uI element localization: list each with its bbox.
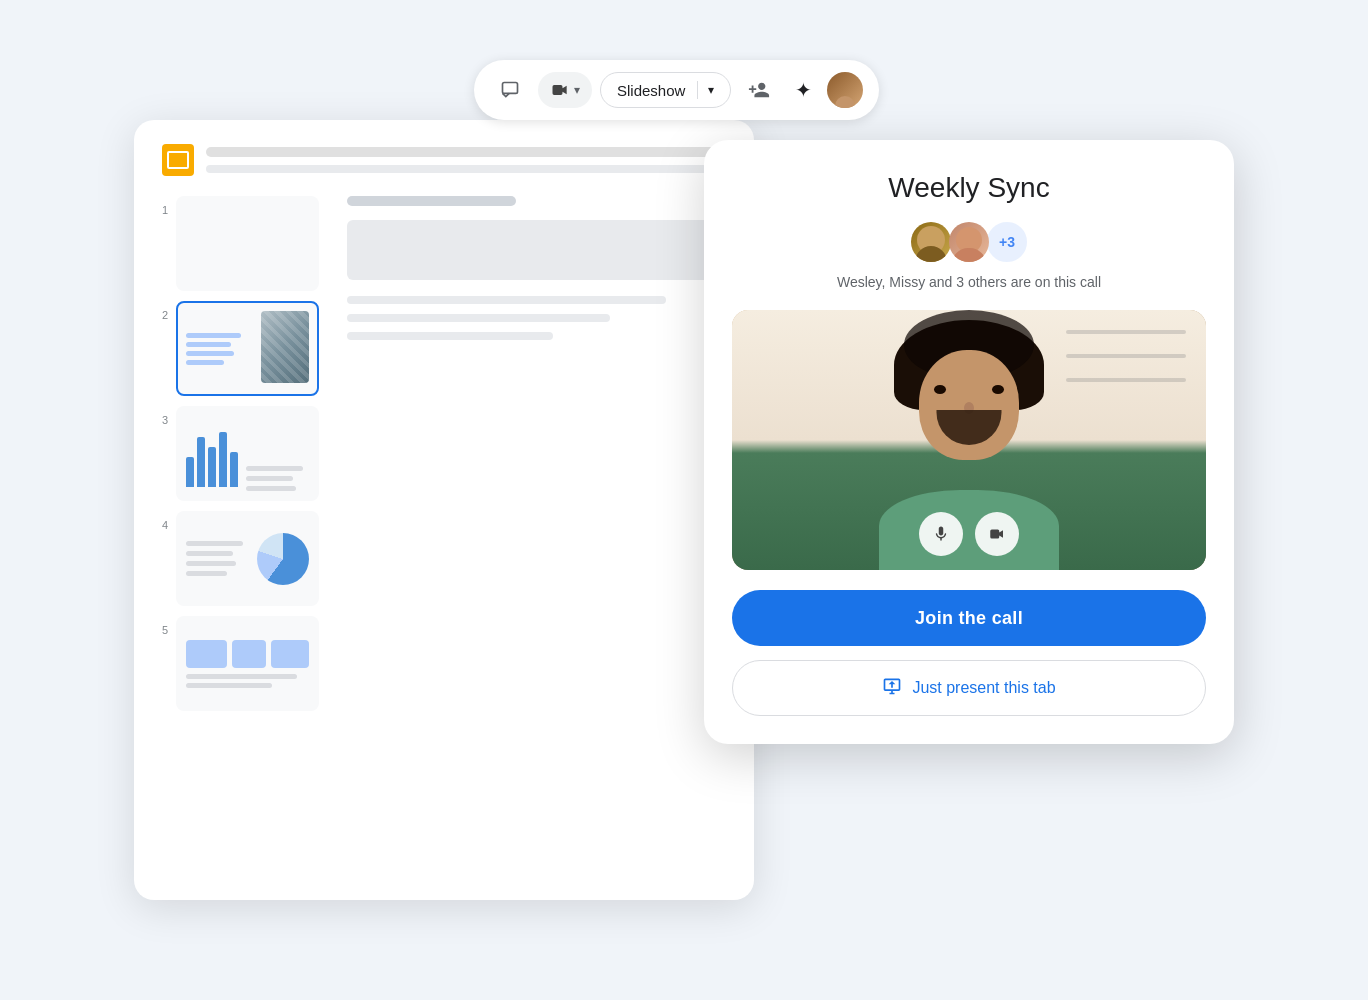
slide-line xyxy=(186,561,236,566)
eyes xyxy=(934,385,1004,394)
avatar-image xyxy=(911,222,951,262)
slide-1-content xyxy=(236,217,260,271)
slides-title-bar xyxy=(206,147,726,157)
slide-line xyxy=(186,360,224,365)
slide-image xyxy=(261,311,309,383)
sparkle-button[interactable]: ✦ xyxy=(787,74,819,106)
call-title: Weekly Sync xyxy=(732,172,1206,204)
slide-line xyxy=(246,466,303,471)
slide-line xyxy=(246,476,293,481)
list-item: 2 xyxy=(154,301,319,396)
beard xyxy=(937,410,1002,445)
avatar-image xyxy=(949,222,989,262)
list-item: 1 xyxy=(154,196,319,291)
face xyxy=(919,350,1019,460)
slides-main-content xyxy=(335,196,734,711)
slide-line xyxy=(186,683,272,688)
block xyxy=(186,640,227,668)
slides-header xyxy=(154,144,734,176)
slides-subtitle-bar xyxy=(206,165,726,173)
svg-rect-0 xyxy=(503,83,518,94)
slides-panel: 1 2 xyxy=(134,120,754,900)
bar xyxy=(186,457,194,487)
slideshow-button[interactable]: Slideshow ▾ xyxy=(600,72,731,108)
list-item: 4 xyxy=(154,511,319,606)
call-subtitle: Wesley, Missy and 3 others are on this c… xyxy=(732,274,1206,290)
content-line xyxy=(347,332,553,340)
pie-chart xyxy=(257,533,309,585)
video-preview xyxy=(732,310,1206,570)
content-line xyxy=(347,196,516,206)
list-item: 5 xyxy=(154,616,319,711)
slide-thumbnails: 1 2 xyxy=(154,196,319,711)
slide-line xyxy=(186,333,241,338)
slide-thumbnail-2[interactable] xyxy=(176,301,319,396)
slide-5-content xyxy=(178,632,317,696)
camera-button[interactable] xyxy=(975,512,1019,556)
slide-2-content xyxy=(178,303,317,394)
slide-4-content xyxy=(178,513,317,604)
participant-avatar-1 xyxy=(909,220,953,264)
slide-number: 1 xyxy=(154,196,168,216)
button-divider xyxy=(697,81,698,99)
bar xyxy=(208,447,216,487)
present-tab-icon xyxy=(882,676,902,701)
slide-4-text xyxy=(186,541,249,576)
bar xyxy=(197,437,205,487)
block xyxy=(232,640,266,668)
video-controls xyxy=(919,512,1019,556)
slide-thumbnail-5[interactable] xyxy=(176,616,319,711)
slide-2-text xyxy=(186,311,255,386)
present-tab-label: Just present this tab xyxy=(912,679,1055,697)
video-button[interactable]: ▾ xyxy=(538,72,592,108)
microphone-button[interactable] xyxy=(919,512,963,556)
slide-thumbnail-3[interactable] xyxy=(176,406,319,501)
participant-avatar-2 xyxy=(947,220,991,264)
slide-5-lines xyxy=(186,674,309,688)
list-item: 3 xyxy=(154,406,319,501)
present-tab-button[interactable]: Just present this tab xyxy=(732,660,1206,716)
add-person-button[interactable] xyxy=(739,70,779,110)
comments-button[interactable] xyxy=(490,70,530,110)
slide-line xyxy=(186,351,234,356)
content-block xyxy=(347,220,722,280)
slide-line xyxy=(186,541,243,546)
slide-line xyxy=(186,342,231,347)
content-line xyxy=(347,296,666,304)
slide-number: 3 xyxy=(154,406,168,426)
slide-thumbnail-4[interactable] xyxy=(176,511,319,606)
slide-number: 2 xyxy=(154,301,168,321)
user-avatar[interactable] xyxy=(827,72,863,108)
scene: 1 2 xyxy=(134,60,1234,940)
participant-count-badge: +3 xyxy=(985,220,1029,264)
slide-line xyxy=(186,551,233,556)
slide-number: 4 xyxy=(154,511,168,531)
left-eye xyxy=(934,385,946,394)
slide-number: 5 xyxy=(154,616,168,636)
slide-line xyxy=(186,674,297,679)
slide-thumbnail-1[interactable] xyxy=(176,196,319,291)
slide-3-text xyxy=(246,466,309,491)
block xyxy=(271,640,309,668)
google-slides-icon xyxy=(162,144,194,176)
slide-line xyxy=(186,571,227,576)
room-shelf xyxy=(1066,330,1186,410)
slide-5-blocks xyxy=(186,640,309,668)
toolbar: ▾ Slideshow ▾ ✦ xyxy=(474,60,879,120)
sparkle-icon: ✦ xyxy=(795,78,812,102)
participants-row: +3 xyxy=(732,220,1206,264)
slide-3-content xyxy=(178,408,317,499)
slideshow-label: Slideshow xyxy=(617,82,685,99)
slide-line xyxy=(246,486,296,491)
bar xyxy=(230,452,238,487)
bar-chart xyxy=(186,431,238,491)
content-line xyxy=(347,314,610,322)
join-call-button[interactable]: Join the call xyxy=(732,590,1206,646)
call-panel: Weekly Sync +3 Wesley, Missy and 3 other… xyxy=(704,140,1234,744)
slideshow-dropdown-arrow-icon: ▾ xyxy=(708,83,714,97)
dropdown-arrow-icon: ▾ xyxy=(574,83,580,97)
slides-content-area: 1 2 xyxy=(154,196,734,711)
right-eye xyxy=(992,385,1004,394)
bar xyxy=(219,432,227,487)
